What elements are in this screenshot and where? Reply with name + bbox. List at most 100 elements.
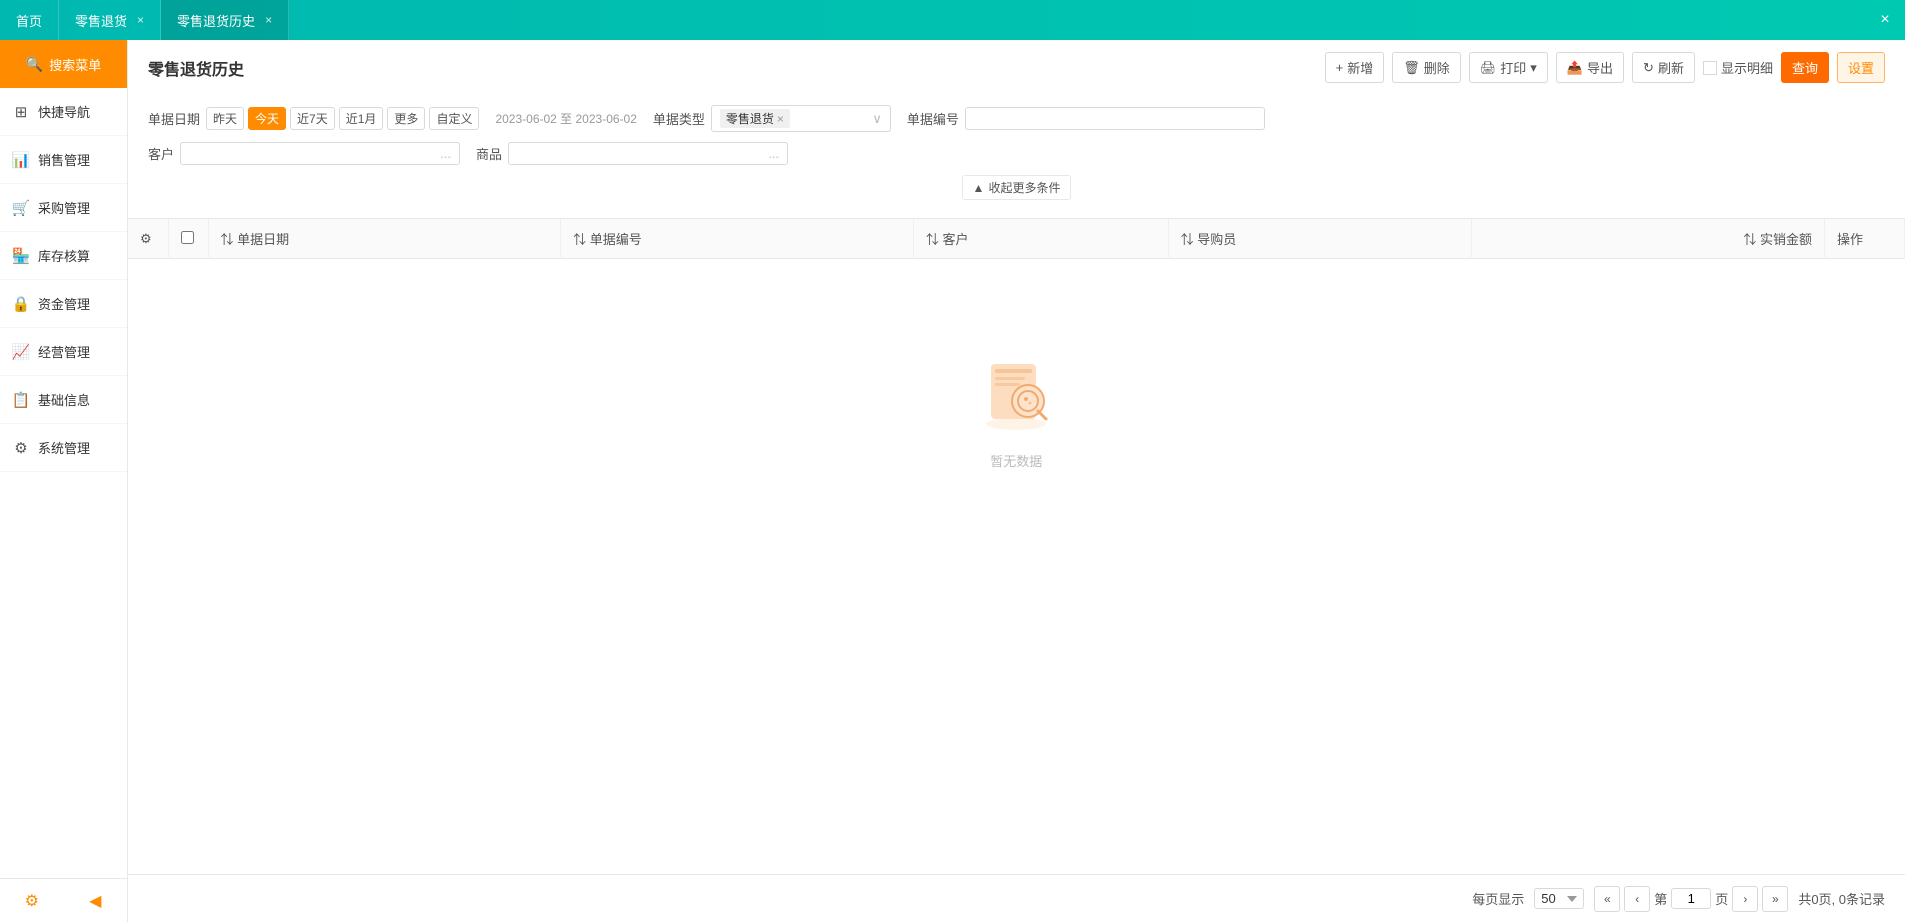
new-icon: + [1336,60,1344,75]
export-icon: 📤 [1567,60,1583,76]
inventory-calc-icon: 🏪 [12,247,30,265]
top-bar: 首页 零售退货 × 零售退货历史 × × [0,0,1905,40]
new-label: 新增 [1347,58,1373,77]
goods-filter-input[interactable]: ... [508,142,788,165]
delete-label: 删除 [1424,58,1450,77]
sidebar-item-system-mgmt[interactable]: ⚙ 系统管理 [0,424,127,472]
th-guide[interactable]: ⇅ 导购员 [1168,219,1472,259]
date-btn-custom[interactable]: 自定义 [429,107,479,130]
tab-list: 首页 零售退货 × 零售退货历史 × [0,0,1865,40]
table-wrapper: ⚙ ⇅ 单据日期 ⇅ 单据编号 ⇅ 客户 [128,219,1905,874]
customer-filter-input[interactable]: ... [180,142,460,165]
system-mgmt-icon: ⚙ [12,439,30,457]
sidebar-inventory-calc-label: 库存核算 [38,246,90,265]
date-btn-yesterday[interactable]: 昨天 [206,107,244,130]
goods-filter-label: 商品 [476,144,502,163]
main-layout: 🔍 搜索菜单 ⊞ 快捷导航 📊 销售管理 🛒 采购管理 🏪 库存核算 🔒 [0,40,1905,922]
tab-home[interactable]: 首页 [0,0,59,40]
settings-button[interactable]: 设置 [1837,52,1885,83]
date-filter-field: 单据日期 昨天 今天 近7天 近1月 更多 自定义 [148,107,479,130]
refresh-icon: ↻ [1643,60,1654,76]
sidebar-basic-info-label: 基础信息 [38,390,90,409]
sidebar-item-finance-mgmt[interactable]: 🔒 资金管理 [0,280,127,328]
page-header-top: 零售退货历史 + 新增 🗑 删除 🖨 打印 ▾ [148,52,1885,83]
page-header: 零售退货历史 + 新增 🗑 删除 🖨 打印 ▾ [128,40,1905,219]
th-checkbox[interactable] [168,219,208,259]
type-select-arrow-icon: ∨ [872,111,882,127]
date-btn-1month[interactable]: 近1月 [339,107,384,130]
tab-retail-return[interactable]: 零售退货 × [59,0,161,40]
sidebar-item-sales-mgmt[interactable]: 📊 销售管理 [0,136,127,184]
date-btn-today[interactable]: 今天 [248,107,286,130]
page-actions: + 新增 🗑 删除 🖨 打印 ▾ 📤 导出 [1325,52,1885,83]
settings-bottom-icon[interactable]: ⚙ [16,885,48,917]
quick-nav-icon: ⊞ [12,103,30,121]
display-detail-toggle[interactable]: 显示明细 [1703,58,1773,77]
print-label: 打印 [1500,58,1526,77]
sidebar-finance-mgmt-label: 资金管理 [38,294,90,313]
th-amount[interactable]: ⇅ 实销金额 [1472,219,1825,259]
prev-page-button[interactable]: ‹ [1624,886,1650,912]
date-range-display: 2023-06-02 至 2023-06-02 [495,110,636,127]
sidebar-item-quick-nav[interactable]: ⊞ 快捷导航 [0,88,127,136]
last-page-button[interactable]: » [1762,886,1788,912]
query-button[interactable]: 查询 [1781,52,1829,83]
export-button[interactable]: 📤 导出 [1556,52,1624,83]
new-button[interactable]: + 新增 [1325,52,1385,83]
sidebar-item-purchase-mgmt[interactable]: 🛒 采购管理 [0,184,127,232]
sidebar-search-label: 搜索菜单 [49,55,101,74]
operations-mgmt-icon: 📈 [12,343,30,361]
empty-state: 暂无数据 [128,259,1905,550]
th-date[interactable]: ⇅ 单据日期 [208,219,561,259]
content-area: 零售退货历史 + 新增 🗑 删除 🖨 打印 ▾ [128,40,1905,922]
date-filter-label: 单据日期 [148,109,200,128]
page-label: 第 [1654,889,1667,908]
date-btn-7days[interactable]: 近7天 [290,107,335,130]
pagination-bar: 每页显示 50 10 20 100 « ‹ 第 页 › » 共0页, 0条记录 [128,874,1905,922]
search-icon: 🔍 [26,56,43,73]
type-filter-select[interactable]: 零售退货 × ∨ [711,105,891,132]
display-detail-checkbox[interactable] [1703,61,1717,75]
date-btn-more[interactable]: 更多 [387,107,425,130]
select-all-checkbox[interactable] [181,231,194,244]
print-arrow-icon: ▾ [1530,60,1537,76]
customer-filter-label: 客户 [148,144,174,163]
next-page-button[interactable]: › [1732,886,1758,912]
th-date-label: ⇅ 单据日期 [221,232,290,247]
window-close-button[interactable]: × [1865,0,1905,40]
date-filter-buttons: 昨天 今天 近7天 近1月 更多 自定义 [206,107,479,130]
refresh-label: 刷新 [1658,58,1684,77]
th-settings[interactable]: ⚙ [128,219,168,259]
th-number[interactable]: ⇅ 单据编号 [561,219,914,259]
collapse-sidebar-icon[interactable]: ◀ [79,885,111,917]
th-customer-label: ⇅ 客户 [926,232,969,247]
sidebar-item-basic-info[interactable]: 📋 基础信息 [0,376,127,424]
sidebar-item-operations-mgmt[interactable]: 📈 经营管理 [0,328,127,376]
per-page-label: 每页显示 [1472,889,1524,908]
type-selected-label: 零售退货 [726,110,774,127]
collapse-filter-button[interactable]: ▲ 收起更多条件 [962,175,1072,200]
pagination-total-info: 共0页, 0条记录 [1798,889,1885,908]
tab-retail-return-history-close[interactable]: × [265,13,272,27]
sidebar-search-button[interactable]: 🔍 搜索菜单 [0,40,127,88]
th-guide-label: ⇅ 导购员 [1181,232,1237,247]
tab-retail-return-close[interactable]: × [137,13,144,27]
print-button[interactable]: 🖨 打印 ▾ [1469,52,1548,83]
id-filter-label: 单据编号 [907,109,959,128]
per-page-select[interactable]: 50 10 20 100 [1534,888,1584,909]
delete-button[interactable]: 🗑 删除 [1392,52,1461,83]
pagination-nav: « ‹ 第 页 › » [1594,886,1788,912]
page-number-input[interactable] [1671,888,1711,909]
tab-retail-return-history[interactable]: 零售退货历史 × [161,0,289,40]
id-filter-input[interactable] [965,107,1265,130]
th-actions: 操作 [1825,219,1905,259]
settings-table-icon[interactable]: ⚙ [140,231,152,246]
type-filter-label: 单据类型 [653,109,705,128]
refresh-button[interactable]: ↻ 刷新 [1632,52,1695,83]
print-icon: 🖨 [1480,60,1497,76]
sidebar-item-inventory-calc[interactable]: 🏪 库存核算 [0,232,127,280]
type-tag-close[interactable]: × [777,112,784,126]
sidebar-quick-nav-label: 快捷导航 [38,102,90,121]
first-page-button[interactable]: « [1594,886,1620,912]
th-customer[interactable]: ⇅ 客户 [913,219,1168,259]
